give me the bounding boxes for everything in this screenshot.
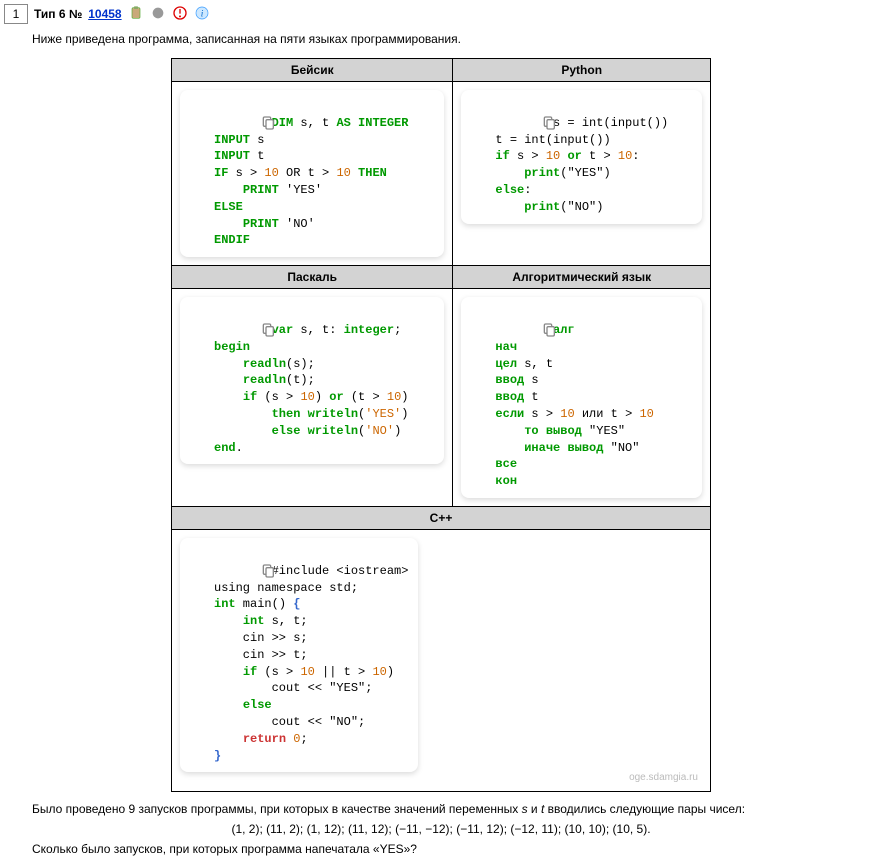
clipboard-icon[interactable] <box>128 5 144 24</box>
code-basic: DIM s, t AS INTEGER INPUT s INPUT t IF s… <box>180 90 444 257</box>
code-python: s = int(input()) t = int(input()) if s >… <box>461 90 702 224</box>
task-id-link[interactable]: 10458 <box>88 7 121 21</box>
alert-icon[interactable] <box>172 5 188 24</box>
and-word: и <box>528 802 541 816</box>
inputs-line: (1, 2); (11, 2); (1, 12); (11, 12); (−11… <box>4 822 878 836</box>
followup-after: вводились следующие пары чисел: <box>544 802 745 816</box>
header-python: Python <box>453 59 711 82</box>
header-pascal: Паскаль <box>172 266 453 289</box>
code-pascal: var s, t: integer; begin readln(s); read… <box>180 297 444 464</box>
info-icon[interactable]: i <box>194 5 210 24</box>
copy-icon[interactable] <box>469 98 485 114</box>
task-number: 1 <box>13 7 20 21</box>
copy-icon[interactable] <box>188 98 204 114</box>
watermark: oge.sdamgia.ru <box>180 772 702 783</box>
header-cpp: C++ <box>172 506 711 529</box>
svg-text:i: i <box>200 9 203 19</box>
copy-icon[interactable] <box>469 305 485 321</box>
gray-circle-icon[interactable] <box>150 5 166 24</box>
header-basic: Бейсик <box>172 59 453 82</box>
followup-text: Было проведено 9 запусков программы, при… <box>32 802 850 816</box>
copy-icon[interactable] <box>188 546 204 562</box>
code-cpp: #include <iostream> using namespace std;… <box>180 538 418 772</box>
problem-prompt: Ниже приведена программа, записанная на … <box>32 32 878 46</box>
copy-icon[interactable] <box>188 305 204 321</box>
code-table: Бейсик Python DIM s, t AS INTEGER INPUT … <box>171 58 711 792</box>
task-type-label: Тип 6 № <box>34 7 82 21</box>
question-text: Сколько было запусков, при которых прогр… <box>32 842 878 856</box>
followup-before: Было проведено 9 запусков программы, при… <box>32 802 522 816</box>
task-number-box: 1 <box>4 4 28 24</box>
header-algo: Алгоритмический язык <box>453 266 711 289</box>
code-algo: алг нач цел s, t ввод s ввод t если s > … <box>461 297 702 498</box>
